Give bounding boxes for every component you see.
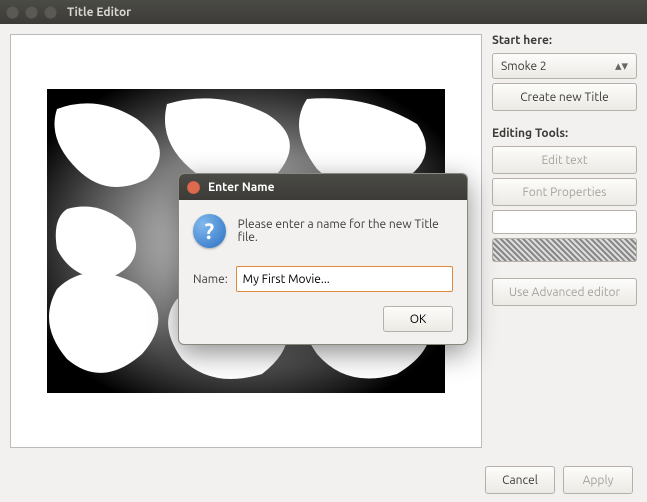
minimize-icon[interactable]: [25, 6, 38, 19]
cancel-button[interactable]: Cancel: [485, 466, 555, 494]
editing-tools-label: Editing Tools:: [492, 127, 637, 140]
close-icon[interactable]: [187, 181, 200, 194]
window-titlebar: Title Editor: [0, 0, 647, 24]
maximize-icon[interactable]: [44, 6, 57, 19]
sidebar: Start here: Smoke 2 ▴▾ Create new Title …: [492, 34, 637, 448]
font-properties-button[interactable]: Font Properties: [492, 178, 637, 206]
background-swatch[interactable]: [492, 238, 637, 262]
name-row: Name:: [193, 266, 453, 292]
question-icon: ?: [193, 214, 226, 248]
footer-bar: Cancel Apply: [0, 458, 647, 502]
use-advanced-editor-button[interactable]: Use Advanced editor: [492, 278, 637, 306]
template-select[interactable]: Smoke 2 ▴▾: [492, 53, 637, 79]
font-color-swatch[interactable]: [492, 210, 637, 234]
dialog-button-row: OK: [193, 306, 453, 332]
create-new-title-button[interactable]: Create new Title: [492, 83, 637, 111]
enter-name-dialog: Enter Name ? Please enter a name for the…: [178, 173, 468, 345]
edit-text-button[interactable]: Edit text: [492, 146, 637, 174]
close-icon[interactable]: [6, 6, 19, 19]
dialog-titlebar: Enter Name: [179, 174, 467, 200]
name-input[interactable]: [236, 266, 453, 292]
window-title: Title Editor: [67, 6, 131, 19]
dialog-title: Enter Name: [208, 181, 275, 194]
dialog-message-row: ? Please enter a name for the new Title …: [193, 214, 453, 248]
template-selected-value: Smoke 2: [501, 60, 547, 73]
name-label: Name:: [193, 273, 228, 286]
apply-button[interactable]: Apply: [563, 466, 633, 494]
chevron-updown-icon: ▴▾: [615, 60, 628, 73]
start-here-label: Start here:: [492, 34, 637, 47]
ok-button[interactable]: OK: [383, 306, 453, 332]
dialog-message: Please enter a name for the new Title fi…: [238, 218, 453, 244]
dialog-body: ? Please enter a name for the new Title …: [179, 200, 467, 344]
